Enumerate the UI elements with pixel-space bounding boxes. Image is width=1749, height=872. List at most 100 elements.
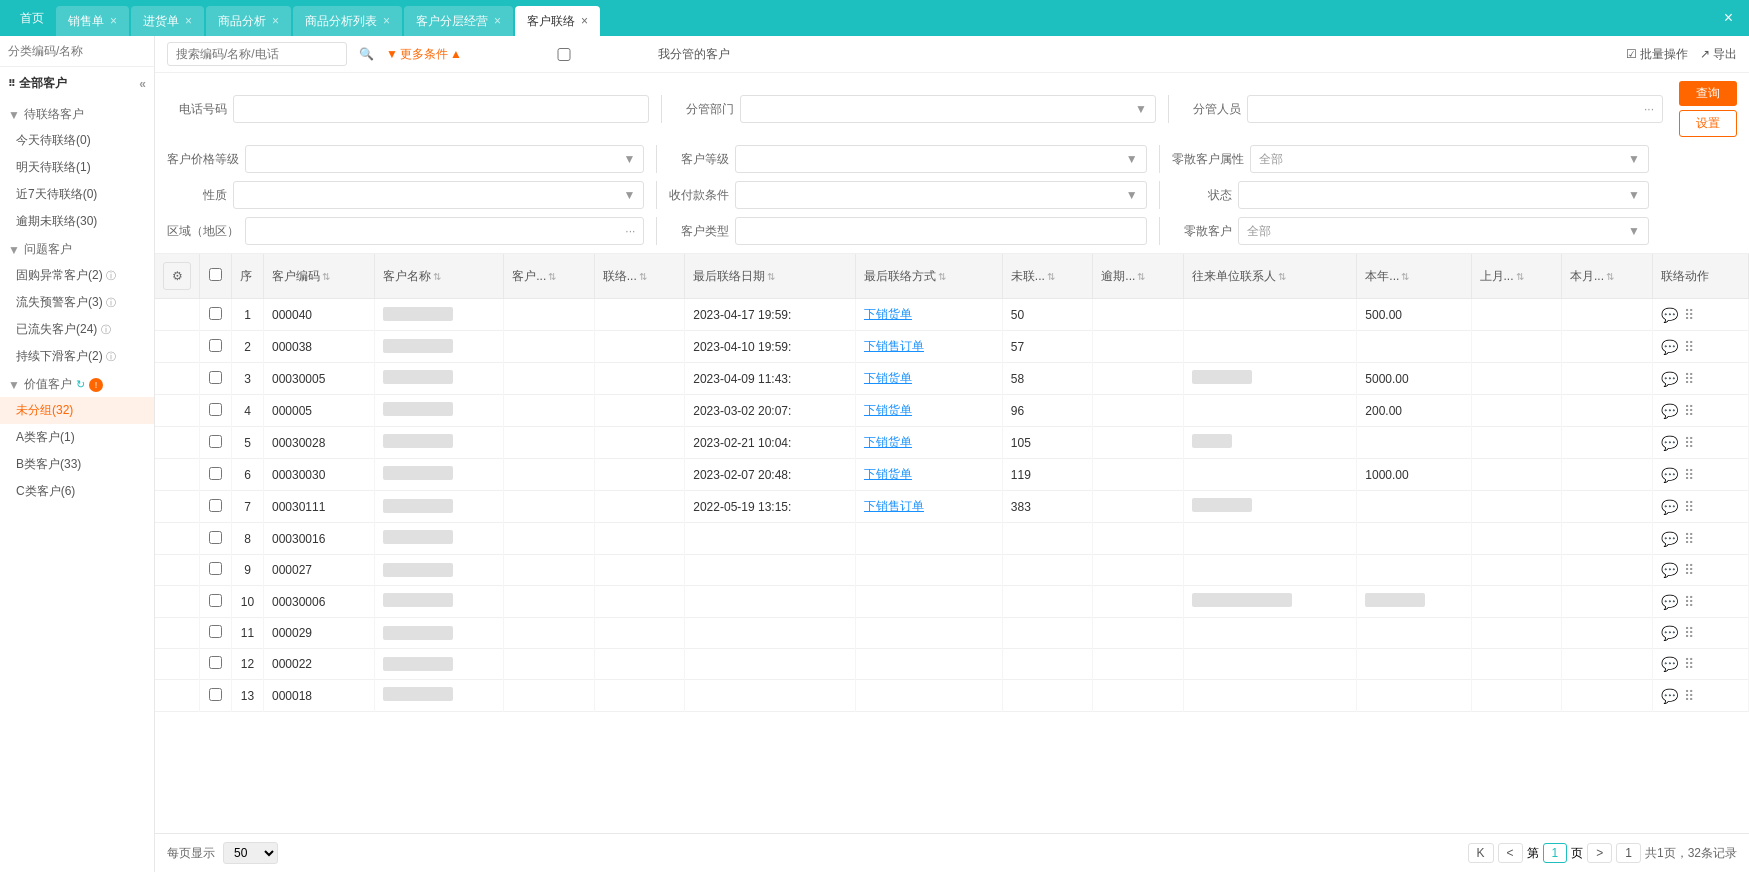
select-all-checkbox[interactable] bbox=[209, 268, 222, 281]
contact-chat-icon[interactable]: 💬 bbox=[1661, 307, 1678, 323]
per-page-select[interactable]: 50 100 200 bbox=[223, 842, 278, 864]
contact-chat-icon[interactable]: 💬 bbox=[1661, 625, 1678, 641]
manager-input[interactable]: ··· bbox=[1247, 95, 1663, 123]
refresh-icon[interactable]: ↻ bbox=[76, 378, 85, 391]
category-search-input[interactable] bbox=[8, 44, 155, 58]
sidebar-item-churn-risk[interactable]: 流失预警客户(3) ⓘ bbox=[0, 289, 154, 316]
contact-more-icon[interactable]: ⠿ bbox=[1684, 339, 1694, 355]
contact-more-icon[interactable]: ⠿ bbox=[1684, 467, 1694, 483]
contact-method-link[interactable]: 下销售订单 bbox=[864, 339, 924, 353]
sidebar-item-tomorrow[interactable]: 明天待联络(1) bbox=[0, 154, 154, 181]
next-page-button[interactable]: > bbox=[1587, 843, 1612, 863]
reset-button[interactable]: 设置 bbox=[1679, 110, 1737, 137]
problem-group-label[interactable]: ▼ 问题客户 bbox=[0, 235, 154, 262]
pending-group-label[interactable]: ▼ 待联络客户 bbox=[0, 100, 154, 127]
close-purchase-tab[interactable]: × bbox=[185, 6, 192, 36]
sidebar-item-overdue-contact[interactable]: 逾期未联络(30) bbox=[0, 208, 154, 235]
row-checkbox[interactable] bbox=[209, 403, 222, 416]
close-sales-tab[interactable]: × bbox=[110, 6, 117, 36]
contact-more-icon[interactable]: ⠿ bbox=[1684, 403, 1694, 419]
prev-page-button[interactable]: < bbox=[1498, 843, 1523, 863]
tab-sales[interactable]: 销售单 × bbox=[56, 6, 129, 36]
sidebar-item-class-b[interactable]: B类客户(33) bbox=[0, 451, 154, 478]
th-this-month[interactable]: 本月...⇅ bbox=[1562, 254, 1653, 299]
close-all-button[interactable]: × bbox=[1716, 9, 1741, 27]
contact-method-link[interactable]: 下销货单 bbox=[864, 467, 912, 481]
row-checkbox[interactable] bbox=[209, 625, 222, 638]
casual-attr-select[interactable]: 全部▼ bbox=[1250, 145, 1649, 173]
row-checkbox[interactable] bbox=[209, 371, 222, 384]
contact-chat-icon[interactable]: 💬 bbox=[1661, 339, 1678, 355]
th-no-contact[interactable]: 未联...⇅ bbox=[1002, 254, 1093, 299]
contact-chat-icon[interactable]: 💬 bbox=[1661, 562, 1678, 578]
close-product-analysis-list-tab[interactable]: × bbox=[383, 6, 390, 36]
status-select[interactable]: ▼ bbox=[1238, 181, 1649, 209]
sidebar-item-class-c[interactable]: C类客户(6) bbox=[0, 478, 154, 505]
payment-terms-select[interactable]: ▼ bbox=[735, 181, 1146, 209]
contact-chat-icon[interactable]: 💬 bbox=[1661, 499, 1678, 515]
th-overdue[interactable]: 逾期...⇅ bbox=[1093, 254, 1184, 299]
th-this-year[interactable]: 本年...⇅ bbox=[1357, 254, 1471, 299]
row-checkbox[interactable] bbox=[209, 339, 222, 352]
my-customers-check[interactable] bbox=[474, 48, 654, 61]
sidebar-item-declining[interactable]: 持续下滑客户(2) ⓘ bbox=[0, 343, 154, 370]
last-page-button[interactable]: 1 bbox=[1616, 843, 1641, 863]
contact-chat-icon[interactable]: 💬 bbox=[1661, 656, 1678, 672]
contact-more-icon[interactable]: ⠿ bbox=[1684, 688, 1694, 704]
row-checkbox[interactable] bbox=[209, 499, 222, 512]
contact-method-link[interactable]: 下销货单 bbox=[864, 307, 912, 321]
customer-type-input[interactable] bbox=[735, 217, 1146, 245]
search-button[interactable]: 🔍 bbox=[359, 47, 374, 61]
tab-product-analysis-list[interactable]: 商品分析列表 × bbox=[293, 6, 402, 36]
contact-more-icon[interactable]: ⠿ bbox=[1684, 594, 1694, 610]
th-unit-contact[interactable]: 往来单位联系人⇅ bbox=[1183, 254, 1357, 299]
contact-more-icon[interactable]: ⠿ bbox=[1684, 656, 1694, 672]
customer-level-select[interactable]: ▼ bbox=[735, 145, 1146, 173]
query-button[interactable]: 查询 bbox=[1679, 81, 1737, 106]
th-settings[interactable]: ⚙ bbox=[155, 254, 200, 299]
row-checkbox[interactable] bbox=[209, 531, 222, 544]
tab-purchase[interactable]: 进货单 × bbox=[131, 6, 204, 36]
th-name[interactable]: 客户名称⇅ bbox=[375, 254, 504, 299]
contact-chat-icon[interactable]: 💬 bbox=[1661, 371, 1678, 387]
batch-ops-button[interactable]: ☑ 批量操作 bbox=[1626, 46, 1688, 63]
my-customers-checkbox[interactable]: 我分管的客户 bbox=[474, 46, 730, 63]
contact-more-icon[interactable]: ⠿ bbox=[1684, 499, 1694, 515]
export-button[interactable]: ↗ 导出 bbox=[1700, 46, 1737, 63]
sidebar-item-abnormal[interactable]: 固购异常客户(2) ⓘ bbox=[0, 262, 154, 289]
contact-chat-icon[interactable]: 💬 bbox=[1661, 435, 1678, 451]
row-checkbox[interactable] bbox=[209, 562, 222, 575]
th-contact[interactable]: 联络...⇅ bbox=[594, 254, 685, 299]
sidebar-item-unclassified[interactable]: 未分组(32) bbox=[0, 397, 154, 424]
contact-method-link[interactable]: 下销货单 bbox=[864, 371, 912, 385]
close-product-analysis-tab[interactable]: × bbox=[272, 6, 279, 36]
tab-customer-segment[interactable]: 客户分层经营 × bbox=[404, 6, 513, 36]
contact-method-link[interactable]: 下销货单 bbox=[864, 435, 912, 449]
row-checkbox[interactable] bbox=[209, 656, 222, 669]
department-select[interactable]: ▼ bbox=[740, 95, 1156, 123]
row-checkbox[interactable] bbox=[209, 594, 222, 607]
th-code[interactable]: 客户编码⇅ bbox=[264, 254, 375, 299]
contact-more-icon[interactable]: ⠿ bbox=[1684, 371, 1694, 387]
contact-chat-icon[interactable]: 💬 bbox=[1661, 594, 1678, 610]
settings-icon[interactable]: ⚙ bbox=[163, 262, 191, 290]
contact-method-link[interactable]: 下销售订单 bbox=[864, 499, 924, 513]
contact-more-icon[interactable]: ⠿ bbox=[1684, 625, 1694, 641]
row-checkbox[interactable] bbox=[209, 467, 222, 480]
collapse-sidebar-button[interactable]: « bbox=[139, 77, 146, 91]
value-group-label[interactable]: ▼ 价值客户 ↻ ! bbox=[0, 370, 154, 397]
home-tab[interactable]: 首页 bbox=[8, 0, 56, 36]
contact-more-icon[interactable]: ⠿ bbox=[1684, 531, 1694, 547]
tab-customer-contact[interactable]: 客户联络 × bbox=[515, 6, 600, 36]
search-input[interactable] bbox=[167, 42, 347, 66]
th-checkbox[interactable] bbox=[200, 254, 232, 299]
row-checkbox[interactable] bbox=[209, 435, 222, 448]
first-page-button[interactable]: K bbox=[1468, 843, 1494, 863]
contact-chat-icon[interactable]: 💬 bbox=[1661, 688, 1678, 704]
row-checkbox[interactable] bbox=[209, 688, 222, 701]
contact-chat-icon[interactable]: 💬 bbox=[1661, 467, 1678, 483]
sidebar-item-lost[interactable]: 已流失客户(24) ⓘ bbox=[0, 316, 154, 343]
tab-product-analysis[interactable]: 商品分析 × bbox=[206, 6, 291, 36]
close-customer-segment-tab[interactable]: × bbox=[494, 6, 501, 36]
row-checkbox[interactable] bbox=[209, 307, 222, 320]
